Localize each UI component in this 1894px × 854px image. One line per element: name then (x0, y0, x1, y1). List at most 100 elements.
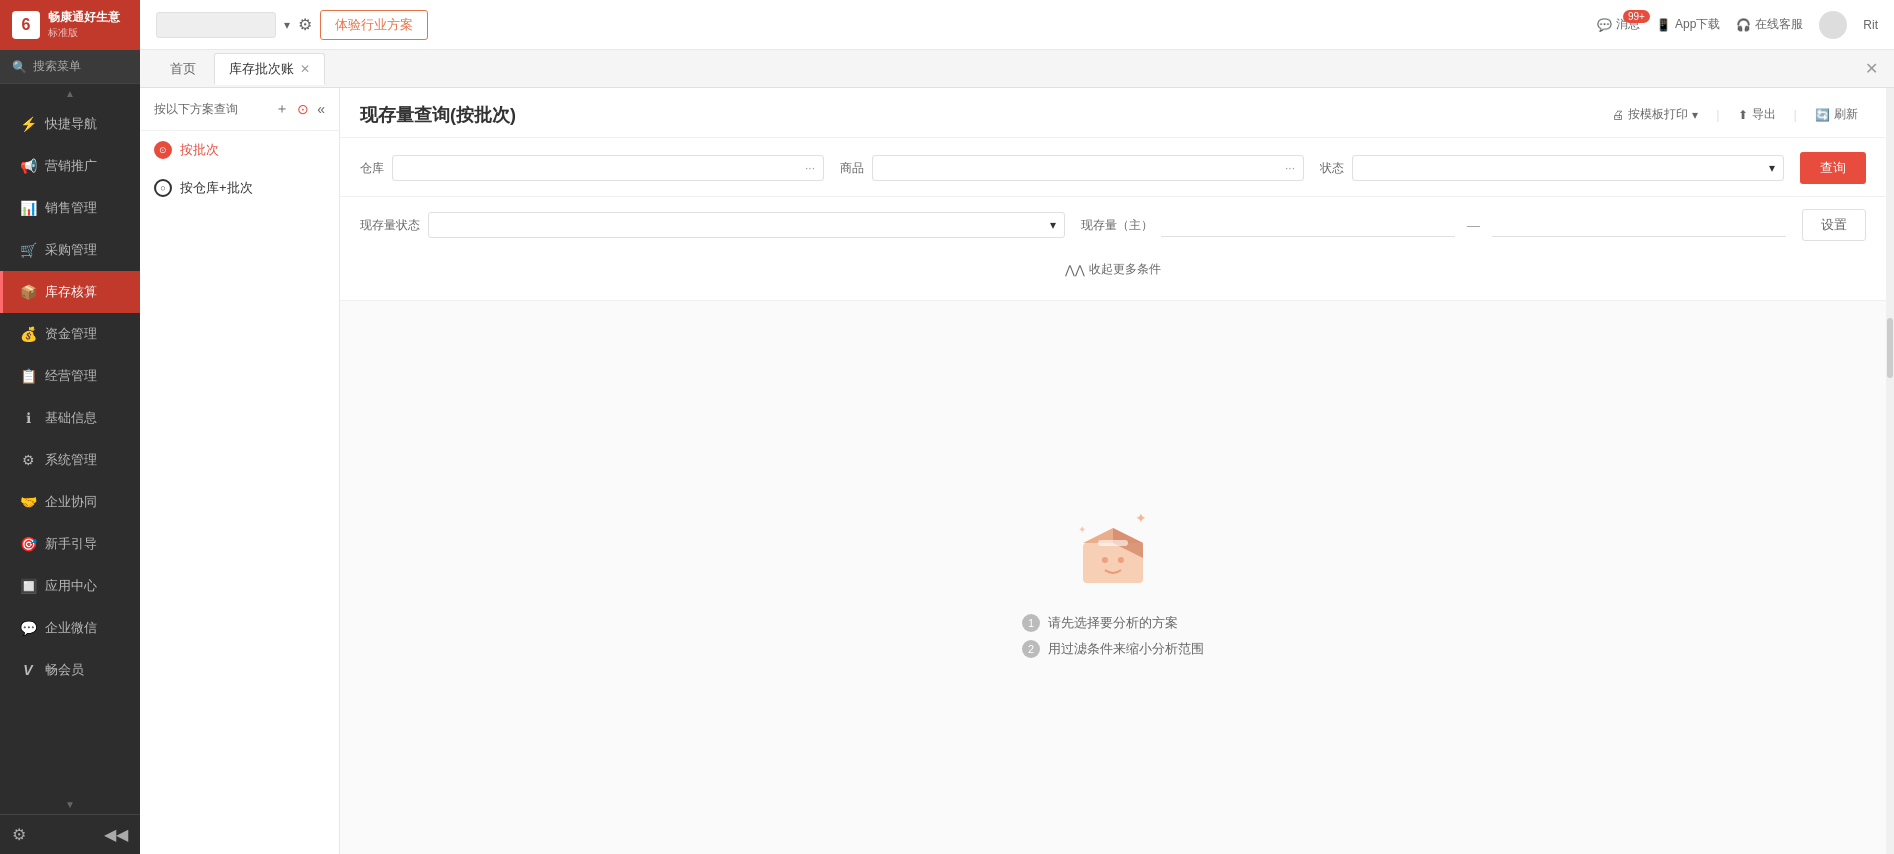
right-content-panel: 现存量查询(按批次) 🖨 按模板打印 ▾ | ⬆ 导出 | 🔄 (340, 88, 1886, 854)
tab-home[interactable]: 首页 (156, 53, 210, 85)
app-download-button[interactable]: 📱 App下载 (1656, 16, 1720, 33)
tip-text-2: 用过滤条件来缩小分析范围 (1048, 640, 1204, 658)
username-label[interactable]: Rit (1863, 18, 1878, 32)
tab-home-label: 首页 (170, 60, 196, 78)
collapse-up-icon: ⋀⋀ (1065, 263, 1085, 277)
tab-inventory-batch-label: 库存批次账 (229, 60, 294, 78)
inventory-label: 库存核算 (45, 283, 97, 301)
scheme-panel: 按以下方案查询 ＋ ⊙ « ⊙ 按批次 ○ 按仓库+批次 (140, 88, 340, 854)
product-more-icon[interactable]: ··· (1285, 161, 1295, 175)
quicknav-icon: ⚡ (19, 115, 37, 133)
purchase-label: 采购管理 (45, 241, 97, 259)
sidebar-item-basic[interactable]: ℹ 基础信息 (0, 397, 140, 439)
warehouse-more-icon[interactable]: ··· (805, 161, 815, 175)
sidebar-item-quicknav[interactable]: ⚡ 快捷导航 (0, 103, 140, 145)
search-menu-item[interactable]: 🔍 搜索菜单 (0, 50, 140, 84)
operations-icon: 📋 (19, 367, 37, 385)
print-button[interactable]: 🖨 按模板打印 ▾ (1604, 102, 1706, 127)
add-scheme-icon[interactable]: ＋ (275, 100, 289, 118)
right-scrollbar[interactable] (1886, 88, 1894, 854)
tab-panel-close-icon[interactable]: ✕ (1865, 59, 1878, 78)
settings-button[interactable]: 设置 (1802, 209, 1866, 241)
sidebar-item-system[interactable]: ⚙ 系统管理 (0, 439, 140, 481)
search-menu-label: 搜索菜单 (33, 58, 81, 75)
sidebar-item-appstore[interactable]: 🔲 应用中心 (0, 565, 140, 607)
scheme-panel-header: 按以下方案查询 ＋ ⊙ « (140, 88, 339, 131)
collapse-label: 收起更多条件 (1089, 261, 1161, 278)
scheme-panel-title: 按以下方案查询 (154, 101, 238, 118)
print-icon: 🖨 (1612, 108, 1624, 122)
sidebar-item-weixin[interactable]: 💬 企业微信 (0, 607, 140, 649)
topbar-settings-icon[interactable]: ⚙ (298, 15, 312, 34)
sidebar-item-inventory[interactable]: 📦 库存核算 (0, 271, 140, 313)
svg-rect-3 (1098, 540, 1128, 546)
empty-state: ✦ ✦ 1 请先选择要分析的方案 2 用过滤条件来缩小分析范围 (340, 301, 1886, 854)
sidebar-item-marketing[interactable]: 📢 营销推广 (0, 145, 140, 187)
topbar-right: 💬 消息 99+ 📱 App下载 🎧 在线客服 Rit (1597, 11, 1878, 39)
product-label: 商品 (840, 160, 864, 177)
collapse-sidebar-icon[interactable]: ◀◀ (104, 825, 128, 844)
settings-bottom-icon[interactable]: ⚙ (12, 825, 26, 844)
stock-qty-group: 现存量（主） — (1081, 214, 1786, 237)
scheme-wh-batch-label: 按仓库+批次 (180, 179, 253, 197)
status-select[interactable]: ▾ (1352, 155, 1784, 181)
basic-icon: ℹ (19, 409, 37, 427)
user-avatar[interactable] (1819, 11, 1847, 39)
svg-text:✦: ✦ (1135, 510, 1147, 526)
tab-close-icon[interactable]: ✕ (300, 62, 310, 76)
topbar-dropdown-icon[interactable]: ▾ (284, 18, 290, 32)
scroll-up-arrow[interactable]: ▲ (0, 84, 140, 103)
settings-scheme-icon[interactable]: ⊙ (297, 101, 309, 117)
appstore-label: 应用中心 (45, 577, 97, 595)
operations-label: 经营管理 (45, 367, 97, 385)
refresh-label: 刷新 (1834, 106, 1858, 123)
sales-icon: 📊 (19, 199, 37, 217)
stock-status-group: 现存量状态 ▾ (360, 212, 1065, 238)
sidebar-item-guide[interactable]: 🎯 新手引导 (0, 523, 140, 565)
app-logo: 6 (12, 11, 40, 39)
scheme-batch-label: 按批次 (180, 141, 219, 159)
sidebar-bottom: ⚙ ◀◀ (0, 814, 140, 854)
empty-tip-2: 2 用过滤条件来缩小分析范围 (1022, 640, 1204, 658)
sidebar-item-collab[interactable]: 🤝 企业协同 (0, 481, 140, 523)
sidebar-item-sales[interactable]: 📊 销售管理 (0, 187, 140, 229)
member-icon: V (19, 661, 37, 679)
tab-inventory-batch[interactable]: 库存批次账 ✕ (214, 53, 325, 85)
collapse-filter-btn[interactable]: ⋀⋀ 收起更多条件 (360, 253, 1866, 286)
stock-qty-min-input[interactable] (1161, 214, 1455, 237)
stock-status-label: 现存量状态 (360, 217, 420, 234)
appstore-icon: 🔲 (19, 577, 37, 595)
print-dropdown-icon[interactable]: ▾ (1692, 108, 1698, 122)
sidebar-item-purchase[interactable]: 🛒 采购管理 (0, 229, 140, 271)
guide-icon: 🎯 (19, 535, 37, 553)
refresh-icon: 🔄 (1815, 108, 1830, 122)
action-divider-2: | (1794, 107, 1797, 122)
collapse-panel-icon[interactable]: « (317, 101, 325, 117)
sidebar-item-member[interactable]: V 畅会员 (0, 649, 140, 691)
refresh-button[interactable]: 🔄 刷新 (1807, 102, 1866, 127)
scheme-item-batch[interactable]: ⊙ 按批次 (140, 131, 339, 169)
stock-status-select[interactable]: ▾ (428, 212, 1065, 238)
print-label: 按模板打印 (1628, 106, 1688, 123)
sidebar-header: 6 畅康通好生意 标准版 (0, 0, 140, 50)
stock-qty-max-input[interactable] (1492, 214, 1786, 237)
quicknav-label: 快捷导航 (45, 115, 97, 133)
message-button[interactable]: 💬 消息 99+ (1597, 16, 1640, 33)
status-filter-group: 状态 ▾ (1320, 155, 1784, 181)
sidebar-item-operations[interactable]: 📋 经营管理 (0, 355, 140, 397)
sidebar-item-finance[interactable]: 💰 资金管理 (0, 313, 140, 355)
tip-text-1: 请先选择要分析的方案 (1048, 614, 1178, 632)
trial-button[interactable]: 体验行业方案 (320, 10, 428, 40)
query-button[interactable]: 查询 (1800, 152, 1866, 184)
warehouse-input[interactable]: ··· (392, 155, 824, 181)
app-title-block: 畅康通好生意 标准版 (48, 10, 120, 40)
online-service-button[interactable]: 🎧 在线客服 (1736, 16, 1803, 33)
headset-icon: 🎧 (1736, 18, 1751, 32)
scroll-down-arrow[interactable]: ▼ (0, 795, 140, 814)
product-input[interactable]: ··· (872, 155, 1304, 181)
finance-icon: 💰 (19, 325, 37, 343)
filter-divider (340, 196, 1886, 197)
export-button[interactable]: ⬆ 导出 (1730, 102, 1784, 127)
sidebar: 6 畅康通好生意 标准版 🔍 搜索菜单 ▲ ⚡ 快捷导航 📢 营销推广 📊 销售… (0, 0, 140, 854)
scheme-item-warehouse-batch[interactable]: ○ 按仓库+批次 (140, 169, 339, 207)
